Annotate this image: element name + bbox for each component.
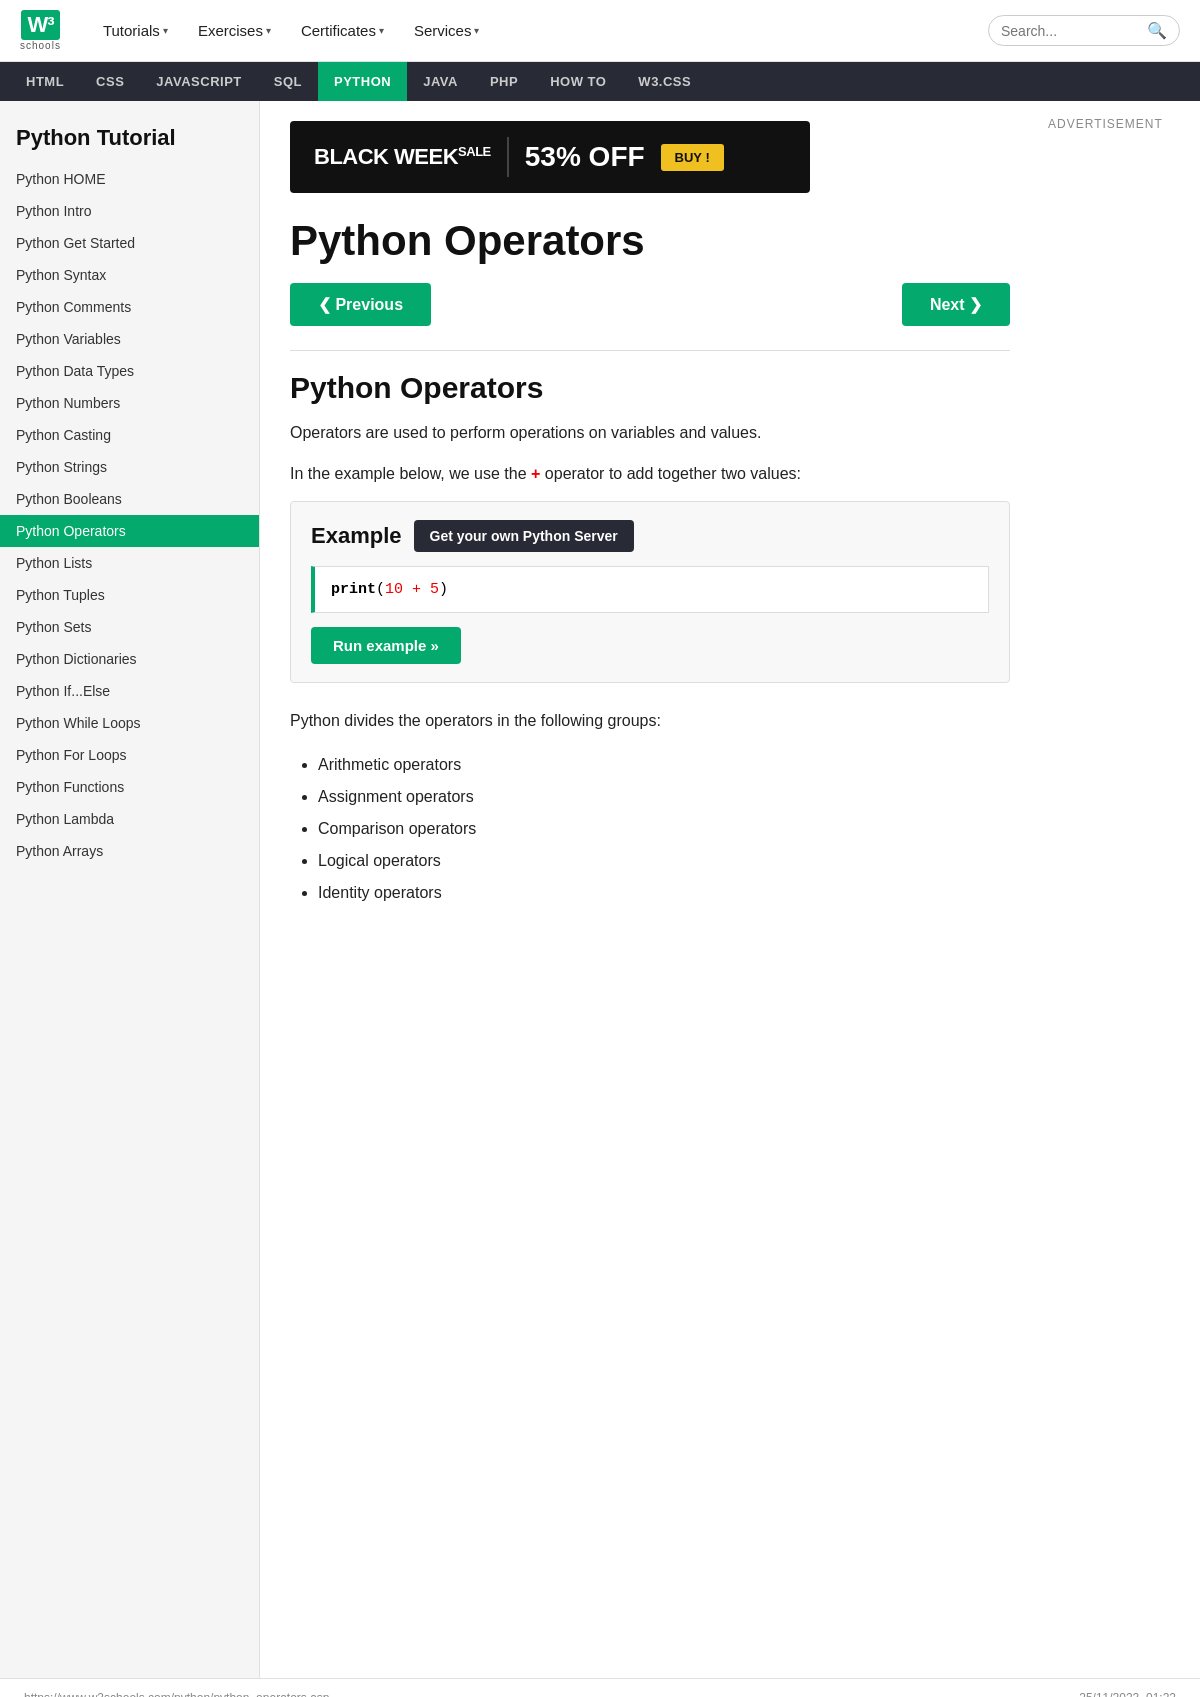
sidebar-item-python-numbers[interactable]: Python Numbers	[0, 387, 259, 419]
nav-certificates-arrow-icon: ▾	[379, 25, 384, 36]
code-num-10: 10	[385, 581, 403, 598]
footer-info: 25/11/2023, 01:22 Page 1 of 13	[1079, 1691, 1176, 1697]
topic-html[interactable]: HTML	[10, 62, 80, 101]
nav-tutorials-arrow-icon: ▾	[163, 25, 168, 36]
sidebar-item-python-intro[interactable]: Python Intro	[0, 195, 259, 227]
topic-javascript[interactable]: JAVASCRIPT	[140, 62, 257, 101]
nav-tutorials[interactable]: Tutorials ▾	[91, 14, 180, 47]
groups-intro-text: Python divides the operators in the foll…	[290, 707, 1010, 734]
content-area: BLACK WEEKSALE 53% OFF BUY ! Python Oper…	[260, 101, 1040, 1678]
sidebar-item-python-arrays[interactable]: Python Arrays	[0, 835, 259, 867]
code-block: print(10 + 5)	[311, 566, 989, 613]
right-ad: ADVERTISEMENT	[1040, 101, 1180, 1678]
ad-banner[interactable]: BLACK WEEKSALE 53% OFF BUY !	[290, 121, 810, 193]
topic-java[interactable]: JAVA	[407, 62, 474, 101]
next-button[interactable]: Next ❯	[902, 283, 1010, 326]
nav-buttons: ❮ Previous Next ❯	[290, 283, 1010, 326]
sidebar-item-python-variables[interactable]: Python Variables	[0, 323, 259, 355]
logo-w3-icon: W³	[21, 10, 59, 40]
sidebar-item-python-strings[interactable]: Python Strings	[0, 451, 259, 483]
nav-exercises-label: Exercises	[198, 22, 263, 39]
divider	[290, 350, 1010, 351]
sidebar-item-python-dictionaries[interactable]: Python Dictionaries	[0, 643, 259, 675]
nav-services-arrow-icon: ▾	[474, 25, 479, 36]
prev-button[interactable]: ❮ Previous	[290, 283, 431, 326]
ad-buy-button[interactable]: BUY !	[661, 144, 724, 171]
topic-howto[interactable]: HOW TO	[534, 62, 622, 101]
run-button[interactable]: Run example »	[311, 627, 461, 664]
sidebar-item-python-tuples[interactable]: Python Tuples	[0, 579, 259, 611]
search-input[interactable]	[1001, 23, 1141, 39]
example-label: Example	[311, 523, 402, 549]
topic-python[interactable]: PYTHON	[318, 62, 407, 101]
ad-black-week-label: BLACK WEEKSALE	[314, 144, 491, 170]
sidebar-item-python-lambda[interactable]: Python Lambda	[0, 803, 259, 835]
ad-percent-label: 53% OFF	[525, 141, 645, 173]
nav-exercises[interactable]: Exercises ▾	[186, 14, 283, 47]
footer-url: https://www.w3schools.com/python/python_…	[24, 1691, 330, 1697]
nav-certificates-label: Certificates	[301, 22, 376, 39]
nav-services-label: Services	[414, 22, 472, 39]
sidebar-item-python-while-loops[interactable]: Python While Loops	[0, 707, 259, 739]
code-num-5: 5	[430, 581, 439, 598]
nav-exercises-arrow-icon: ▾	[266, 25, 271, 36]
ad-divider	[507, 137, 509, 177]
sidebar-item-python-operators[interactable]: Python Operators	[0, 515, 259, 547]
code-plus-op: +	[412, 581, 421, 598]
sidebar: Python Tutorial Python HOME Python Intro…	[0, 101, 260, 1678]
intro-text-1: Operators are used to perform operations…	[290, 419, 1010, 446]
sidebar-title: Python Tutorial	[0, 117, 259, 163]
sidebar-item-python-for-loops[interactable]: Python For Loops	[0, 739, 259, 771]
sidebar-item-python-get-started[interactable]: Python Get Started	[0, 227, 259, 259]
topic-php[interactable]: PHP	[474, 62, 534, 101]
top-nav: W³ schools Tutorials ▾ Exercises ▾ Certi…	[0, 0, 1200, 62]
sidebar-item-python-sets[interactable]: Python Sets	[0, 611, 259, 643]
sidebar-item-python-home[interactable]: Python HOME	[0, 163, 259, 195]
list-item: Assignment operators	[318, 781, 1010, 813]
nav-menu: Tutorials ▾ Exercises ▾ Certificates ▾ S…	[91, 14, 492, 47]
example-header: Example Get your own Python Server	[311, 520, 989, 552]
nav-services[interactable]: Services ▾	[402, 14, 492, 47]
search-box[interactable]: 🔍	[988, 15, 1180, 46]
list-item: Comparison operators	[318, 813, 1010, 845]
groups-list: Arithmetic operators Assignment operator…	[318, 749, 1010, 909]
sidebar-item-python-booleans[interactable]: Python Booleans	[0, 483, 259, 515]
right-ad-label: ADVERTISEMENT	[1048, 117, 1163, 131]
section-heading: Python Operators	[290, 371, 1010, 405]
topic-sql[interactable]: SQL	[258, 62, 318, 101]
sidebar-item-python-functions[interactable]: Python Functions	[0, 771, 259, 803]
page-title: Python Operators	[290, 217, 1010, 265]
intro-text-2: In the example below, we use the + opera…	[290, 460, 1010, 487]
list-item: Arithmetic operators	[318, 749, 1010, 781]
example-box: Example Get your own Python Server print…	[290, 501, 1010, 683]
sidebar-item-python-comments[interactable]: Python Comments	[0, 291, 259, 323]
sidebar-item-python-lists[interactable]: Python Lists	[0, 547, 259, 579]
nav-certificates[interactable]: Certificates ▾	[289, 14, 396, 47]
topic-css[interactable]: CSS	[80, 62, 140, 101]
nav-tutorials-label: Tutorials	[103, 22, 160, 39]
sidebar-item-python-if-else[interactable]: Python If...Else	[0, 675, 259, 707]
ad-sale-label: SALE	[458, 144, 491, 159]
sidebar-item-python-syntax[interactable]: Python Syntax	[0, 259, 259, 291]
sidebar-item-python-casting[interactable]: Python Casting	[0, 419, 259, 451]
topic-w3css[interactable]: W3.CSS	[622, 62, 707, 101]
main-layout: Python Tutorial Python HOME Python Intro…	[0, 101, 1200, 1678]
footer: https://www.w3schools.com/python/python_…	[0, 1678, 1200, 1697]
sidebar-item-python-data-types[interactable]: Python Data Types	[0, 355, 259, 387]
list-item: Logical operators	[318, 845, 1010, 877]
topic-bar: HTML CSS JAVASCRIPT SQL PYTHON JAVA PHP …	[0, 62, 1200, 101]
code-print: print	[331, 581, 376, 598]
logo[interactable]: W³ schools	[20, 10, 61, 51]
list-item: Identity operators	[318, 877, 1010, 909]
get-server-button[interactable]: Get your own Python Server	[414, 520, 634, 552]
search-icon[interactable]: 🔍	[1147, 21, 1167, 40]
logo-schools-label: schools	[20, 40, 61, 51]
plus-symbol: +	[531, 465, 540, 482]
